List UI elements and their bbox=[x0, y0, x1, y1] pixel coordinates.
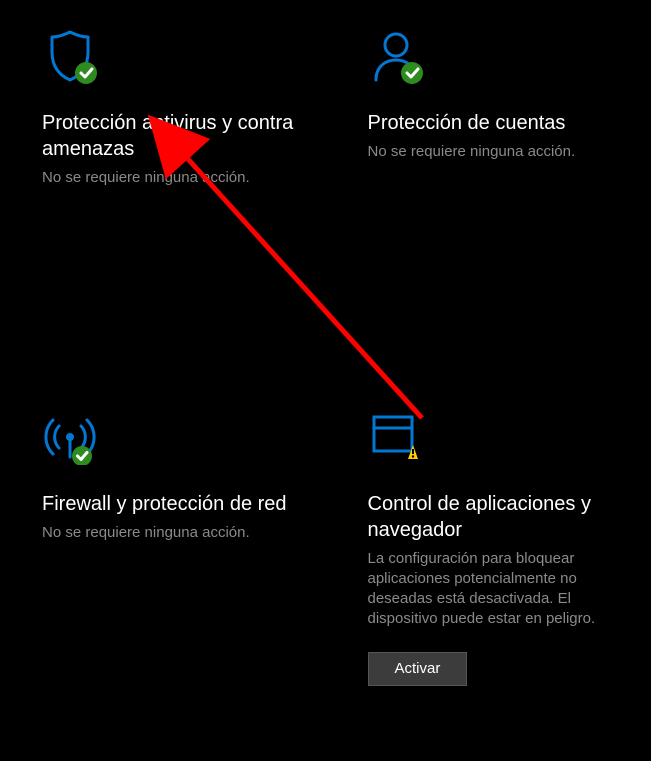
browser-warning-icon bbox=[368, 405, 626, 469]
tile-firewall[interactable]: Firewall y protección de red No se requi… bbox=[0, 381, 326, 761]
tile-subtitle: La configuración para bloquear aplicacio… bbox=[368, 549, 618, 630]
tile-subtitle: No se requiere ninguna acción. bbox=[368, 142, 618, 162]
tile-app-browser[interactable]: Control de aplicaciones y navegador La c… bbox=[326, 381, 651, 761]
tile-title: Protección antivirus y contra amenazas bbox=[42, 110, 300, 162]
tile-title: Control de aplicaciones y navegador bbox=[368, 491, 626, 543]
person-icon bbox=[368, 24, 626, 88]
tile-title: Protección de cuentas bbox=[368, 110, 626, 136]
shield-icon bbox=[42, 24, 300, 88]
radio-icon bbox=[42, 405, 300, 469]
tile-title: Firewall y protección de red bbox=[42, 491, 300, 517]
security-dashboard: Protección antivirus y contra amenazas N… bbox=[0, 0, 651, 761]
tile-subtitle: No se requiere ninguna acción. bbox=[42, 523, 292, 543]
tile-subtitle: No se requiere ninguna acción. bbox=[42, 168, 292, 188]
tile-antivirus[interactable]: Protección antivirus y contra amenazas N… bbox=[0, 0, 326, 381]
tile-account[interactable]: Protección de cuentas No se requiere nin… bbox=[326, 0, 651, 381]
activate-button[interactable]: Activar bbox=[368, 652, 468, 686]
